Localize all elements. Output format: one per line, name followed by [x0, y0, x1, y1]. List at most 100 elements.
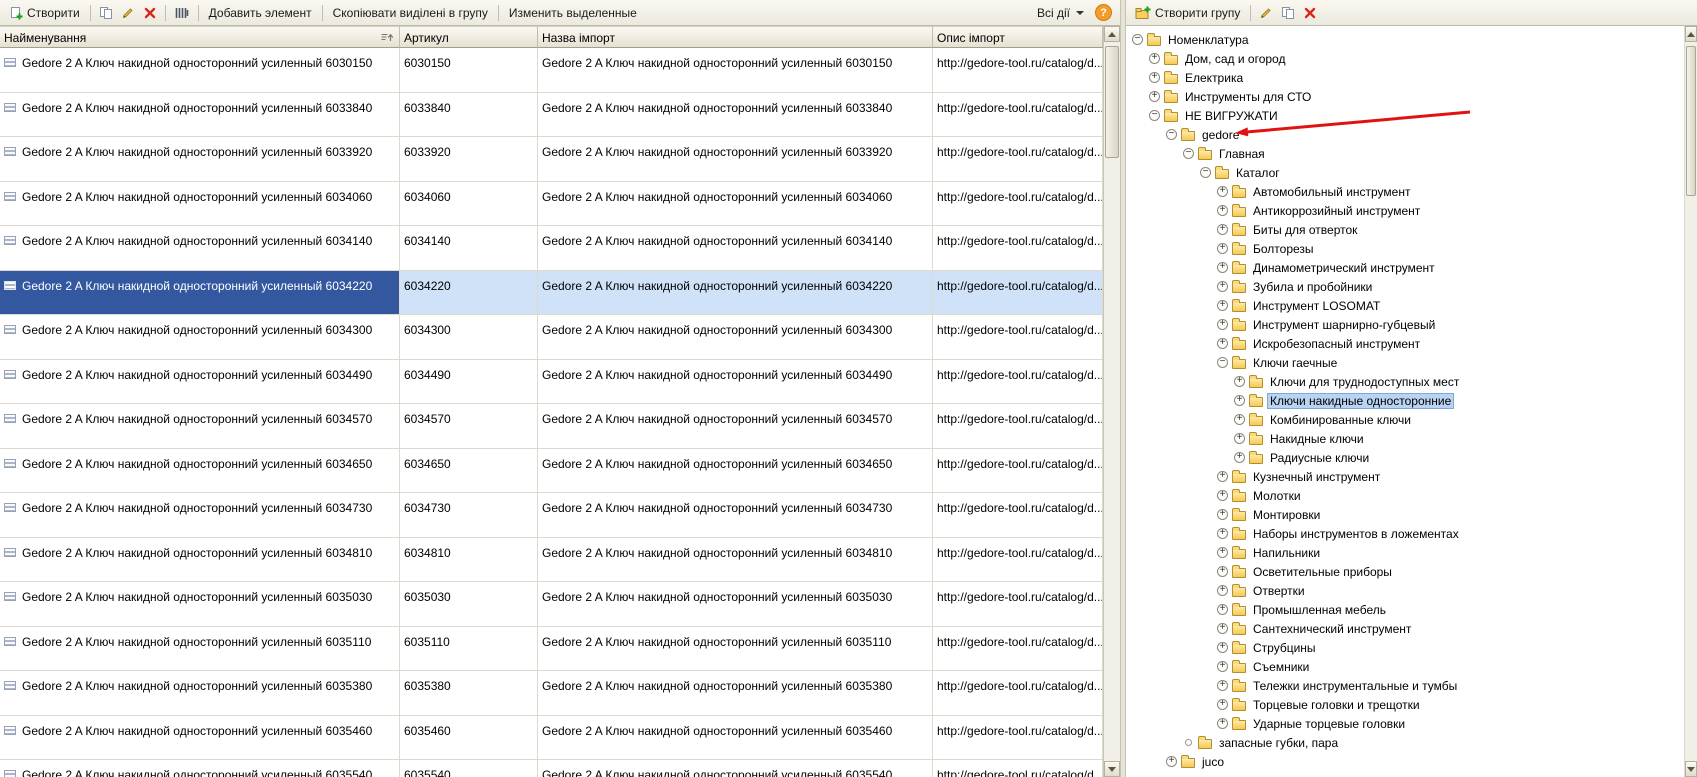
cell-name[interactable]: Gedore 2 A Ключ накидной односторонний у… [0, 760, 400, 777]
tree-item[interactable]: + Отвертки [1126, 581, 1684, 600]
expand-icon[interactable]: + [1217, 680, 1228, 691]
tree-item[interactable]: + Накидные ключи [1126, 429, 1684, 448]
collapse-icon[interactable]: − [1183, 148, 1194, 159]
cell-import-desc[interactable]: http://gedore-tool.ru/catalog/d... [933, 92, 1103, 137]
cell-name[interactable]: Gedore 2 A Ключ накидной односторонний у… [0, 493, 400, 538]
cell-articul[interactable]: 6034490 [400, 359, 538, 404]
scroll-down-button[interactable] [1685, 761, 1697, 777]
cell-name[interactable]: Gedore 2 A Ключ накидной односторонний у… [0, 92, 400, 137]
expand-icon[interactable]: + [1166, 756, 1177, 767]
expand-icon[interactable]: + [1217, 623, 1228, 634]
tree-item[interactable]: + Наборы инструментов в ложементах [1126, 524, 1684, 543]
tree-item[interactable]: + Тележки инструментальные и тумбы [1126, 676, 1684, 695]
tree-item[interactable]: + Струбцины [1126, 638, 1684, 657]
tree-item[interactable]: − Номенклатура [1126, 30, 1684, 49]
tree-item[interactable]: + Торцевые головки и трещотки [1126, 695, 1684, 714]
cell-name[interactable]: Gedore 2 A Ключ накидной односторонний у… [0, 181, 400, 226]
expand-icon[interactable]: + [1217, 186, 1228, 197]
cell-articul[interactable]: 6034650 [400, 448, 538, 493]
cell-import-name[interactable]: Gedore 2 A Ключ накидной односторонний у… [538, 671, 933, 716]
cell-import-name[interactable]: Gedore 2 A Ключ накидной односторонний у… [538, 226, 933, 271]
create-group-button[interactable]: Створити групу [1130, 4, 1245, 22]
cell-import-desc[interactable]: http://gedore-tool.ru/catalog/d... [933, 537, 1103, 582]
cell-import-desc[interactable]: http://gedore-tool.ru/catalog/d... [933, 671, 1103, 716]
cell-import-desc[interactable]: http://gedore-tool.ru/catalog/d... [933, 270, 1103, 315]
expand-icon[interactable]: + [1217, 205, 1228, 216]
copy-selected-to-group-button[interactable]: Скопіювати виділені в групу [328, 4, 493, 22]
tree-item[interactable]: + Динамометрический инструмент [1126, 258, 1684, 277]
tree-item[interactable]: − НЕ ВИГРУЖАТИ [1126, 106, 1684, 125]
cell-name[interactable]: Gedore 2 A Ключ накидной односторонний у… [0, 582, 400, 627]
cell-import-name[interactable]: Gedore 2 A Ключ накидной односторонний у… [538, 760, 933, 777]
tree-item[interactable]: + Зубила и пробойники [1126, 277, 1684, 296]
tree-item[interactable]: + Напильники [1126, 543, 1684, 562]
scroll-up-button[interactable] [1685, 26, 1697, 42]
cell-import-name[interactable]: Gedore 2 A Ключ накидной односторонний у… [538, 537, 933, 582]
cell-import-desc[interactable]: http://gedore-tool.ru/catalog/d... [933, 493, 1103, 538]
table-row[interactable]: Gedore 2 A Ключ накидной односторонний у… [0, 92, 1103, 137]
cell-name[interactable]: Gedore 2 A Ключ накидной односторонний у… [0, 404, 400, 449]
cell-name[interactable]: Gedore 2 A Ключ накидной односторонний у… [0, 671, 400, 716]
cell-name[interactable]: Gedore 2 A Ключ накидной односторонний у… [0, 270, 400, 315]
cell-import-name[interactable]: Gedore 2 A Ключ накидной односторонний у… [538, 626, 933, 671]
expand-icon[interactable]: + [1217, 718, 1228, 729]
collapse-icon[interactable]: − [1166, 129, 1177, 140]
tree-item[interactable]: + Болторезы [1126, 239, 1684, 258]
expand-icon[interactable]: + [1217, 471, 1228, 482]
cell-import-name[interactable]: Gedore 2 A Ключ накидной односторонний у… [538, 270, 933, 315]
tree-scrollbar[interactable] [1684, 26, 1697, 777]
table-row[interactable]: Gedore 2 A Ключ накидной односторонний у… [0, 537, 1103, 582]
collapse-icon[interactable]: − [1200, 167, 1211, 178]
table-row[interactable]: Gedore 2 A Ключ накидной односторонний у… [0, 226, 1103, 271]
tree-item[interactable]: + Ключи накидные односторонние [1126, 391, 1684, 410]
delete-group-button[interactable] [1300, 4, 1320, 22]
cell-name[interactable]: Gedore 2 A Ключ накидной односторонний у… [0, 137, 400, 182]
cell-name[interactable]: Gedore 2 A Ключ накидной односторонний у… [0, 537, 400, 582]
cell-import-desc[interactable]: http://gedore-tool.ru/catalog/d... [933, 715, 1103, 760]
expand-icon[interactable]: + [1217, 585, 1228, 596]
expand-icon[interactable]: + [1217, 547, 1228, 558]
tree-item[interactable]: + Дом, сад и огород [1126, 49, 1684, 68]
cell-articul[interactable]: 6030150 [400, 48, 538, 93]
expand-icon[interactable]: + [1217, 509, 1228, 520]
cell-articul[interactable]: 6034300 [400, 315, 538, 360]
table-row[interactable]: Gedore 2 A Ключ накидной односторонний у… [0, 671, 1103, 716]
cell-import-desc[interactable]: http://gedore-tool.ru/catalog/d... [933, 626, 1103, 671]
cell-import-name[interactable]: Gedore 2 A Ключ накидной односторонний у… [538, 404, 933, 449]
tree-item[interactable]: + Монтировки [1126, 505, 1684, 524]
cell-import-desc[interactable]: http://gedore-tool.ru/catalog/d... [933, 137, 1103, 182]
tree-item[interactable]: − Главная [1126, 144, 1684, 163]
cell-import-name[interactable]: Gedore 2 A Ключ накидной односторонний у… [538, 359, 933, 404]
expand-icon[interactable]: + [1217, 243, 1228, 254]
scroll-thumb[interactable] [1686, 46, 1696, 196]
all-actions-button[interactable]: Всі дії [1032, 4, 1089, 22]
tree-item[interactable]: + Ударные торцевые головки [1126, 714, 1684, 733]
tree-item[interactable]: + Съемники [1126, 657, 1684, 676]
cell-articul[interactable]: 6035460 [400, 715, 538, 760]
cell-articul[interactable]: 6035540 [400, 760, 538, 777]
expand-icon[interactable]: + [1234, 376, 1245, 387]
expand-icon[interactable]: + [1149, 91, 1160, 102]
tree-item[interactable]: + Електрика [1126, 68, 1684, 87]
cell-import-desc[interactable]: http://gedore-tool.ru/catalog/d... [933, 48, 1103, 93]
cell-import-desc[interactable]: http://gedore-tool.ru/catalog/d... [933, 226, 1103, 271]
delete-button[interactable] [140, 4, 160, 22]
cell-name[interactable]: Gedore 2 A Ключ накидной односторонний у… [0, 226, 400, 271]
edit-button[interactable] [118, 4, 138, 22]
cell-import-name[interactable]: Gedore 2 A Ключ накидной односторонний у… [538, 582, 933, 627]
tree-item[interactable]: − Каталог [1126, 163, 1684, 182]
tree-item[interactable]: + Кузнечный инструмент [1126, 467, 1684, 486]
column-header-articul[interactable]: Артикул [400, 26, 538, 48]
cell-import-name[interactable]: Gedore 2 A Ключ накидной односторонний у… [538, 181, 933, 226]
table-row[interactable]: Gedore 2 A Ключ накидной односторонний у… [0, 493, 1103, 538]
cell-articul[interactable]: 6034060 [400, 181, 538, 226]
table-row[interactable]: Gedore 2 A Ключ накидной односторонний у… [0, 359, 1103, 404]
cell-name[interactable]: Gedore 2 A Ключ накидной односторонний у… [0, 448, 400, 493]
collapse-icon[interactable]: − [1132, 34, 1143, 45]
table-row[interactable]: Gedore 2 A Ключ накидной односторонний у… [0, 48, 1103, 93]
scroll-up-button[interactable] [1104, 26, 1120, 42]
expand-icon[interactable]: + [1217, 661, 1228, 672]
table-row[interactable]: Gedore 2 A Ключ накидной односторонний у… [0, 448, 1103, 493]
table-row[interactable]: Gedore 2 A Ключ накидной односторонний у… [0, 760, 1103, 777]
copy-group-button[interactable] [1278, 4, 1298, 22]
